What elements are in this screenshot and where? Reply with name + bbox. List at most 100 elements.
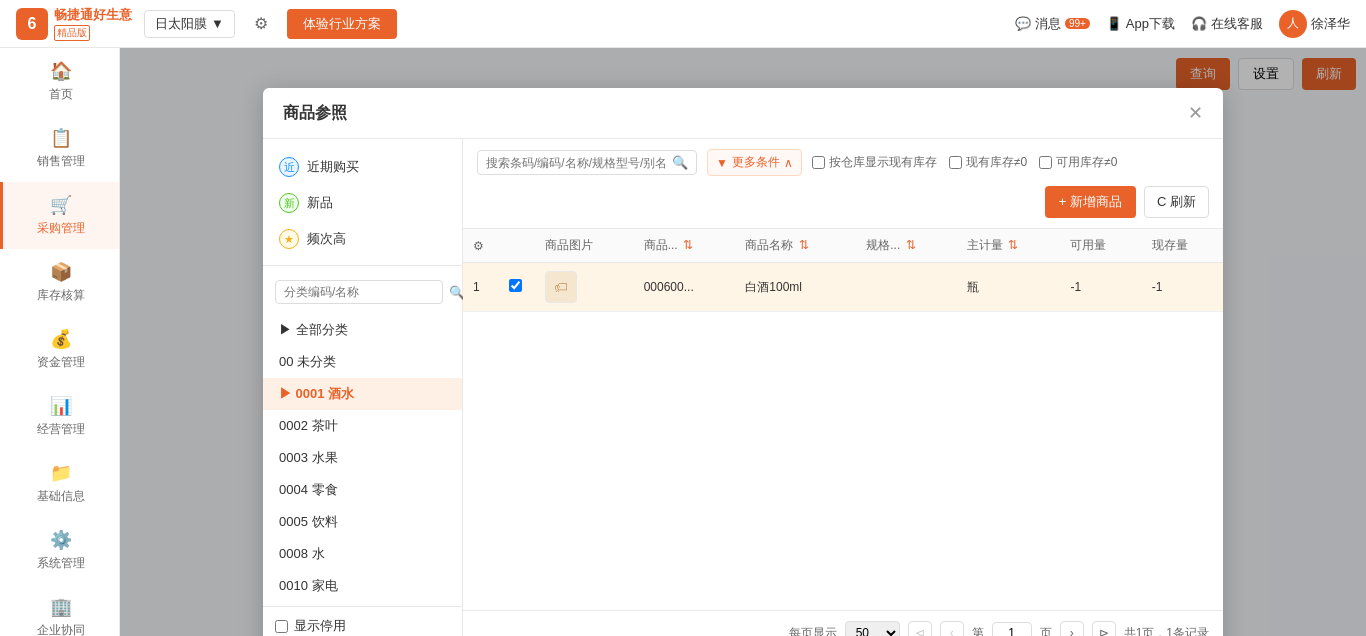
category-item[interactable]: 0010 家电 bbox=[263, 570, 462, 602]
product-thumb: 🏷 bbox=[545, 271, 577, 303]
messages-badge: 99+ bbox=[1065, 18, 1090, 29]
settings-gear-icon[interactable]: ⚙ bbox=[247, 10, 275, 38]
cell-available: -1 bbox=[1060, 263, 1141, 312]
prev-page-btn[interactable]: ‹ bbox=[940, 621, 964, 636]
sidebar-item-basic[interactable]: 📁基础信息 bbox=[0, 450, 119, 517]
modal-body: 近 近期购买 新 新品 ★ 频次高 🔍 « bbox=[263, 139, 1223, 636]
available-filter-checkbox[interactable]: 现有库存≠0 bbox=[949, 154, 1027, 171]
messages-btn[interactable]: 💬 消息 99+ bbox=[1015, 15, 1090, 33]
sidebar: 🏠首页📋销售管理🛒采购管理📦库存核算💰资金管理📊经营管理📁基础信息⚙️系统管理🏢… bbox=[0, 48, 120, 636]
app-download-btn[interactable]: 📱 App下载 bbox=[1106, 15, 1175, 33]
category-item[interactable]: 0004 零食 bbox=[263, 474, 462, 506]
category-search-input[interactable] bbox=[275, 280, 443, 304]
th-settings[interactable]: ⚙ bbox=[463, 229, 499, 263]
product-search-input[interactable] bbox=[486, 156, 666, 170]
category-item[interactable]: 00 未分类 bbox=[263, 346, 462, 378]
per-page-select[interactable]: 501020100 bbox=[845, 621, 900, 636]
column-settings-icon[interactable]: ⚙ bbox=[473, 239, 484, 253]
modal-toolbar: 🔍 ▼ 更多条件 ∧ 按仓库显示现有库存 bbox=[463, 139, 1223, 229]
sidebar-item-finance[interactable]: 💰资金管理 bbox=[0, 316, 119, 383]
online-service-btn[interactable]: 🎧 在线客服 bbox=[1191, 15, 1263, 33]
recent-purchases-item[interactable]: 近 近期购买 bbox=[263, 149, 462, 185]
sidebar-item-system[interactable]: ⚙️系统管理 bbox=[0, 517, 119, 584]
warehouse-filter-input[interactable] bbox=[812, 156, 825, 169]
category-item[interactable]: ▶ 0001 酒水 bbox=[263, 378, 462, 410]
sales-icon: 📋 bbox=[50, 127, 72, 149]
th-unit[interactable]: 主计量 ⇅ bbox=[957, 229, 1061, 263]
sidebar-item-home[interactable]: 🏠首页 bbox=[0, 48, 119, 115]
headset-icon: 🎧 bbox=[1191, 16, 1207, 31]
usable-filter-checkbox[interactable]: 可用库存≠0 bbox=[1039, 154, 1117, 171]
experience-btn[interactable]: 体验行业方案 bbox=[287, 9, 397, 39]
cell-image: 🏷 bbox=[535, 263, 634, 312]
per-page-label: 每页显示 bbox=[789, 625, 837, 637]
th-name[interactable]: 商品名称 ⇅ bbox=[735, 229, 856, 263]
modal-left-panel: 近 近期购买 新 新品 ★ 频次高 🔍 « bbox=[263, 139, 463, 636]
category-item[interactable]: 0002 茶叶 bbox=[263, 410, 462, 442]
sort-spec-icon: ⇅ bbox=[906, 238, 916, 252]
cell-index: 1 bbox=[463, 263, 499, 312]
new-items-item[interactable]: 新 新品 bbox=[263, 185, 462, 221]
first-page-btn[interactable]: ⊲ bbox=[908, 621, 932, 636]
cell-check[interactable] bbox=[499, 263, 535, 312]
th-code[interactable]: 商品... ⇅ bbox=[634, 229, 736, 263]
sort-unit-icon: ⇅ bbox=[1008, 238, 1018, 252]
main-content: 查询 设置 刷新 商品参照 ✕ 近 近期购买 bbox=[120, 48, 1366, 636]
sort-name-icon: ⇅ bbox=[799, 238, 809, 252]
category-item[interactable]: 0003 水果 bbox=[263, 442, 462, 474]
category-item[interactable]: 0008 水 bbox=[263, 538, 462, 570]
page-label: 第 bbox=[972, 625, 984, 637]
modal-close-btn[interactable]: ✕ bbox=[1188, 102, 1203, 124]
more-filters-btn[interactable]: ▼ 更多条件 ∧ bbox=[707, 149, 802, 176]
sidebar-item-inventory[interactable]: 📦库存核算 bbox=[0, 249, 119, 316]
usable-filter-input[interactable] bbox=[1039, 156, 1052, 169]
refresh-btn[interactable]: C 刷新 bbox=[1144, 186, 1209, 218]
th-spec[interactable]: 规格... ⇅ bbox=[856, 229, 957, 263]
next-page-btn[interactable]: › bbox=[1060, 621, 1084, 636]
modal-header: 商品参照 ✕ bbox=[263, 88, 1223, 139]
modal-left-footer: 显示停用 bbox=[263, 606, 462, 636]
product-table: ⚙ 商品图片 商品... ⇅ 商品名称 ⇅ 规格... ⇅ 主计量 ⇅ 可用量 … bbox=[463, 229, 1223, 312]
product-table-body: 1 🏷 000600... 白酒100ml 瓶 -1 -1 bbox=[463, 263, 1223, 312]
category-list: ▶ 全部分类 00 未分类▶ 0001 酒水 0002 茶叶 0003 水果 0… bbox=[263, 310, 462, 606]
sidebar-item-purchase[interactable]: 🛒采购管理 bbox=[0, 182, 119, 249]
finance-icon: 💰 bbox=[50, 328, 72, 350]
logo-area: 6 畅捷通好生意 精品版 bbox=[16, 6, 132, 41]
sidebar-item-operations[interactable]: 📊经营管理 bbox=[0, 383, 119, 450]
page-number-input[interactable] bbox=[992, 622, 1032, 636]
available-filter-input[interactable] bbox=[949, 156, 962, 169]
show-disabled-input[interactable] bbox=[275, 620, 288, 633]
cell-spec bbox=[856, 263, 957, 312]
row-checkbox[interactable] bbox=[509, 279, 522, 292]
warehouse-filter-checkbox[interactable]: 按仓库显示现有库存 bbox=[812, 154, 937, 171]
cell-stock: -1 bbox=[1142, 263, 1223, 312]
last-page-btn[interactable]: ⊳ bbox=[1092, 621, 1116, 636]
freq-icon: ★ bbox=[279, 229, 299, 249]
sidebar-item-sales[interactable]: 📋销售管理 bbox=[0, 115, 119, 182]
message-icon: 💬 bbox=[1015, 16, 1031, 31]
category-item[interactable]: 0005 饮料 bbox=[263, 506, 462, 538]
search-magnifier-icon: 🔍 bbox=[672, 155, 688, 170]
avatar: 人 bbox=[1279, 10, 1307, 38]
table-row[interactable]: 1 🏷 000600... 白酒100ml 瓶 -1 -1 bbox=[463, 263, 1223, 312]
filter-icon: ▼ bbox=[716, 156, 728, 170]
category-item[interactable]: ▶ 全部分类 bbox=[263, 314, 462, 346]
user-area[interactable]: 人 徐泽华 bbox=[1279, 10, 1350, 38]
filter-expand-icon: ∧ bbox=[784, 156, 793, 170]
th-image: 商品图片 bbox=[535, 229, 634, 263]
new-icon: 新 bbox=[279, 193, 299, 213]
operations-icon: 📊 bbox=[50, 395, 72, 417]
company-dropdown[interactable]: 日太阳膜 ▼ bbox=[144, 10, 235, 38]
chevron-down-icon: ▼ bbox=[211, 16, 224, 31]
sidebar-item-enterprise[interactable]: 🏢企业协同 bbox=[0, 584, 119, 636]
show-disabled-checkbox[interactable]: 显示停用 bbox=[275, 617, 450, 635]
recent-icon: 近 bbox=[279, 157, 299, 177]
nav-right: 💬 消息 99+ 📱 App下载 🎧 在线客服 人 徐泽华 bbox=[1015, 10, 1350, 38]
left-divider bbox=[263, 265, 462, 266]
top-nav: 6 畅捷通好生意 精品版 日太阳膜 ▼ ⚙ 体验行业方案 💬 消息 99+ 📱 … bbox=[0, 0, 1366, 48]
add-product-btn[interactable]: + 新增商品 bbox=[1045, 186, 1136, 218]
frequent-items-item[interactable]: ★ 频次高 bbox=[263, 221, 462, 257]
basic-icon: 📁 bbox=[50, 462, 72, 484]
product-search-box: 🔍 bbox=[477, 150, 697, 175]
home-icon: 🏠 bbox=[50, 60, 72, 82]
